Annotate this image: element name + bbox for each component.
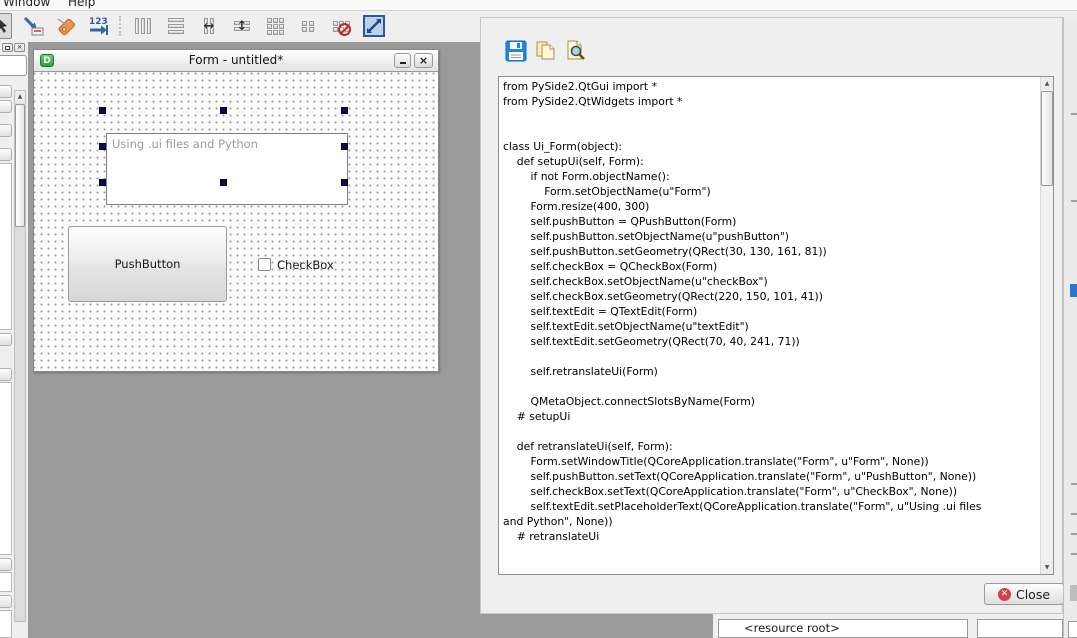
resource-root-item[interactable]: <resource root>	[718, 619, 968, 638]
textedit-widget[interactable]: Using .ui files and Python	[106, 133, 348, 205]
resource-strip: <resource root>	[713, 614, 1063, 638]
edit-tab-order-button[interactable]: 123	[85, 13, 111, 39]
layout-horizontal-icon	[135, 18, 151, 34]
form-close-button[interactable]: ×	[414, 53, 433, 68]
layout-horizontal-button[interactable]	[130, 13, 156, 39]
selection-handle-top-right[interactable]	[341, 107, 348, 114]
form-minimize-button[interactable]	[394, 53, 411, 68]
toolbar-separator	[119, 16, 121, 36]
close-circle-icon: ✕	[998, 588, 1011, 601]
close-icon: ×	[17, 43, 23, 51]
layout-grid-button[interactable]	[262, 13, 288, 39]
selection-handle-bottom-right[interactable]	[341, 179, 348, 186]
selected-item-edge	[1070, 284, 1077, 297]
widget-scrollbar-thumb[interactable]	[15, 104, 25, 227]
widget-category-bar[interactable]	[0, 148, 12, 161]
form-titlebar[interactable]: D Form - untitled* ×	[34, 50, 438, 72]
menubar: Window Help	[0, 0, 1077, 11]
pushbutton-widget[interactable]: PushButton	[68, 226, 227, 302]
menu-item-help[interactable]: Help	[68, 0, 95, 9]
adjust-size-icon	[363, 15, 385, 37]
edge-scrollbar-thumb[interactable]	[1070, 585, 1077, 601]
widget-box-panel: × ▲	[0, 42, 28, 638]
textedit-placeholder: Using .ui files and Python	[112, 137, 258, 151]
edge-panel-corner	[1068, 621, 1077, 638]
panel-close-button[interactable]: ×	[14, 43, 25, 52]
edit-signals-slots-icon	[22, 15, 44, 37]
form-window: D Form - untitled* × Using .ui files and…	[33, 49, 439, 372]
edit-signals-slots-button[interactable]	[20, 13, 46, 39]
edit-buddies-icon	[54, 14, 78, 38]
break-layout-button[interactable]	[328, 13, 354, 39]
find-icon	[564, 39, 588, 63]
restore-icon	[5, 46, 10, 50]
widget-category-bar[interactable]	[0, 333, 12, 346]
save-code-button[interactable]	[503, 38, 529, 64]
checkbox-widget[interactable]: CheckBox	[258, 258, 334, 271]
layout-vertical-icon	[168, 18, 184, 34]
layout-grid-icon	[267, 18, 284, 35]
selection-handle-mid-left[interactable]	[99, 143, 106, 150]
resource-secondary-panel[interactable]	[977, 619, 1063, 638]
widget-list-area[interactable]	[0, 382, 12, 555]
code-text[interactable]: from PySide2.QtGui import * from PySide2…	[499, 77, 1040, 574]
right-edge-strip	[1063, 17, 1077, 638]
widget-category-bar[interactable]	[0, 595, 12, 608]
edit-widgets-button[interactable]	[0, 13, 12, 39]
widget-list-area[interactable]	[0, 572, 12, 592]
save-icon	[505, 40, 527, 62]
form-canvas[interactable]: Using .ui files and Python PushButton Ch…	[34, 72, 438, 371]
widget-category-bar[interactable]	[0, 124, 12, 137]
widget-list-area[interactable]	[0, 163, 12, 330]
selection-handle-top-mid[interactable]	[220, 107, 227, 114]
selection-handle-bottom-mid[interactable]	[220, 179, 227, 186]
minimize-icon	[400, 62, 406, 64]
checkbox-indicator[interactable]	[258, 258, 271, 271]
form-title: Form - untitled*	[34, 53, 438, 67]
widget-category-bar[interactable]	[0, 100, 12, 113]
scroll-up-icon[interactable]: ▲	[1041, 77, 1053, 90]
scroll-down-icon[interactable]: ▼	[1041, 561, 1053, 574]
edit-widgets-icon	[0, 16, 9, 36]
widget-box-scrollbar[interactable]: ▲	[14, 90, 26, 622]
copy-code-button[interactable]	[533, 38, 559, 64]
edit-tab-order-icon: 123	[86, 14, 110, 38]
code-dialog: from PySide2.QtGui import * from PySide2…	[480, 17, 1063, 614]
close-icon: ×	[419, 54, 428, 67]
widget-list-area[interactable]	[0, 610, 12, 638]
code-scrollbar-thumb[interactable]	[1041, 91, 1053, 186]
widget-category-bar[interactable]	[0, 558, 12, 571]
close-button-label: Close	[1016, 587, 1050, 602]
adjust-size-button[interactable]	[361, 13, 387, 39]
svg-text:123: 123	[89, 17, 108, 27]
menu-item-window[interactable]: Window	[3, 0, 50, 9]
edit-buddies-button[interactable]	[53, 13, 79, 39]
layout-form-icon	[302, 21, 315, 32]
layout-horizontal-splitter-button[interactable]: ↔	[196, 13, 222, 39]
layout-form-button[interactable]	[295, 13, 321, 39]
pushbutton-label: PushButton	[115, 257, 181, 271]
selection-handle-mid-right[interactable]	[341, 143, 348, 150]
widget-category-bar[interactable]	[0, 85, 12, 98]
checkbox-label: CheckBox	[277, 258, 334, 272]
layout-vertical-splitter-button[interactable]: ↕	[229, 13, 255, 39]
scroll-up-icon[interactable]: ▲	[15, 91, 25, 103]
selection-handle-bottom-left[interactable]	[99, 179, 106, 186]
close-button[interactable]: ✕ Close	[984, 583, 1064, 605]
panel-float-button[interactable]	[2, 43, 13, 52]
copy-icon	[534, 39, 558, 63]
code-view: from PySide2.QtGui import * from PySide2…	[498, 76, 1054, 575]
layout-vertical-button[interactable]	[163, 13, 189, 39]
widget-search-input[interactable]	[0, 55, 27, 76]
code-scrollbar[interactable]: ▲ ▼	[1040, 77, 1053, 574]
selection-handle-top-left[interactable]	[99, 107, 106, 114]
widget-category-bar[interactable]	[0, 368, 12, 381]
find-in-code-button[interactable]	[563, 38, 589, 64]
